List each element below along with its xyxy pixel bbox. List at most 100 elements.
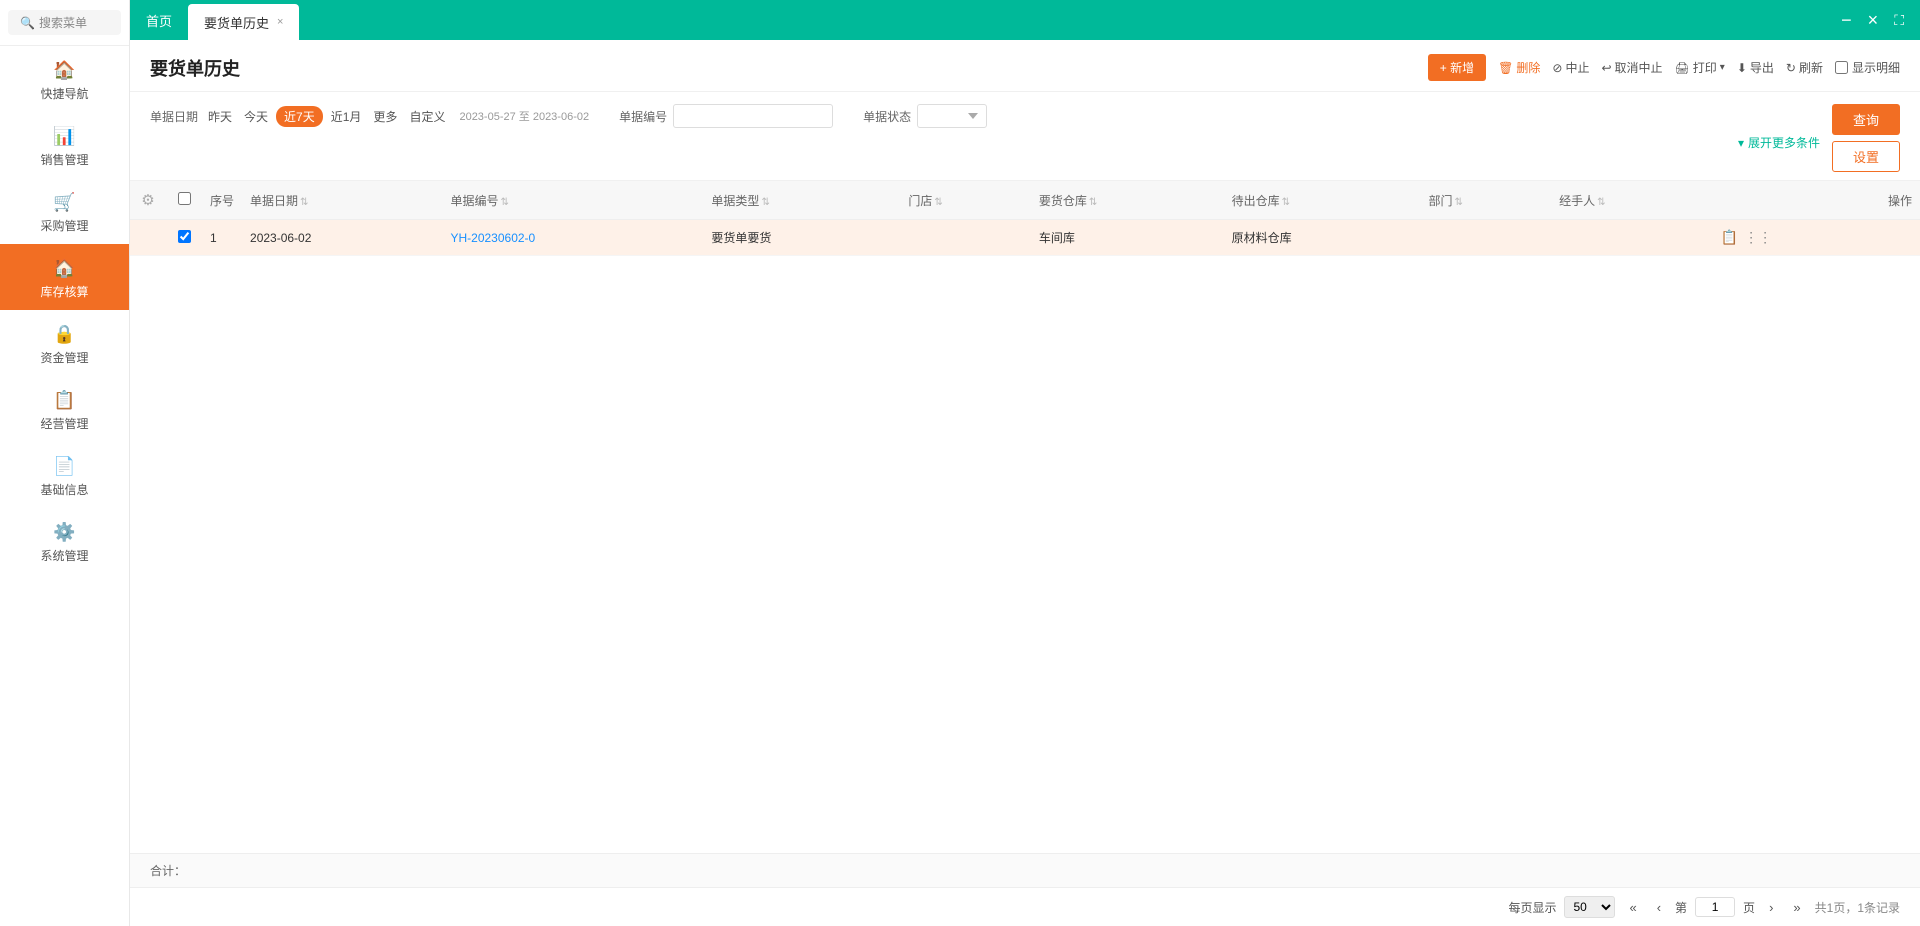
window-minimize-icon[interactable]: − — [1837, 8, 1856, 33]
doc-no-link[interactable]: YH-20230602-0 — [450, 231, 535, 245]
row-checkbox[interactable] — [166, 220, 202, 256]
sidebar-item-label-finance: 资金管理 — [40, 349, 88, 366]
show-detail-toggle[interactable]: 显示明细 — [1835, 59, 1900, 76]
tab-home[interactable]: + 新增 首页 — [130, 0, 188, 40]
sidebar-item-finance[interactable]: 🔒 资金管理 — [0, 310, 129, 376]
refresh-button[interactable]: ↻ 刷新 — [1786, 59, 1823, 76]
sidebar-item-inventory[interactable]: 🏠 库存核算 — [0, 244, 129, 310]
row-more-icon[interactable]: ⋮⋮ — [1744, 229, 1772, 246]
page-number-input[interactable] — [1695, 897, 1735, 917]
col-checkbox[interactable] — [166, 181, 202, 220]
topbar: + 新增 首页 要货单历史 × − × ⛶ — [130, 0, 1920, 40]
date-btn-today[interactable]: 今天 — [240, 106, 272, 127]
page-content: 要货单历史 + 新增 🗑 删除 ⊘ 中止 ↩ 取消中止 🖨 打印 — [130, 40, 1920, 926]
date-filter-btns: 昨天 今天 近7天 近1月 更多 自定义 — [204, 106, 449, 127]
col-doc-date[interactable]: 单据日期⇅ — [242, 181, 442, 220]
last-page-btn[interactable]: » — [1787, 898, 1806, 917]
sort-icon-req-wh: ⇅ — [1089, 197, 1097, 208]
sort-icon-pend-wh: ⇅ — [1282, 197, 1290, 208]
col-doc-type[interactable]: 单据类型⇅ — [703, 181, 900, 220]
sidebar-item-label-operations: 经营管理 — [40, 415, 88, 432]
sidebar-item-label-basic: 基础信息 — [40, 481, 88, 498]
filter-status-group: 单据状态 — [863, 104, 987, 128]
date-btn-7days[interactable]: 近7天 — [276, 106, 323, 127]
table-footer: 合计： — [130, 853, 1920, 887]
quicknav-icon: 🏠 — [53, 60, 75, 81]
sidebar-item-label-quicknav: 快捷导航 — [40, 85, 88, 102]
col-handler[interactable]: 经手人⇅ — [1551, 181, 1713, 220]
window-close-icon[interactable]: × — [1864, 8, 1883, 33]
expand-more-btn[interactable]: ▾ 展开更多条件 — [1738, 134, 1820, 151]
next-page-btn[interactable]: › — [1763, 898, 1779, 917]
sidebar-search-label: 搜索菜单 — [39, 14, 87, 31]
date-btn-yesterday[interactable]: 昨天 — [204, 106, 236, 127]
row-doc-no[interactable]: YH-20230602-0 — [442, 220, 703, 256]
status-select[interactable] — [917, 104, 987, 128]
new-button[interactable]: + 新增 — [1428, 54, 1486, 81]
docno-input[interactable] — [673, 104, 833, 128]
tab-history-label: 要货单历史 — [204, 13, 269, 32]
search-icon: 🔍 — [20, 16, 35, 30]
col-no: 序号 — [202, 181, 242, 220]
sidebar-item-system[interactable]: ⚙️ 系统管理 — [0, 508, 129, 574]
row-store — [900, 220, 1031, 256]
sidebar-item-label-system: 系统管理 — [40, 547, 88, 564]
finance-icon: 🔒 — [53, 324, 75, 345]
col-settings[interactable]: ⚙ — [130, 181, 166, 220]
delete-button[interactable]: 🗑 删除 — [1498, 59, 1540, 76]
date-btn-custom[interactable]: 自定义 — [405, 106, 449, 127]
tab-close-icon[interactable]: × — [277, 16, 283, 28]
status-filter-label: 单据状态 — [863, 108, 911, 125]
select-all-checkbox[interactable] — [178, 192, 191, 205]
page-size-label: 每页显示 — [1508, 899, 1556, 916]
date-btn-more[interactable]: 更多 — [369, 106, 401, 127]
sidebar-search[interactable]: 🔍 搜索菜单 — [0, 0, 129, 46]
sidebar-item-label-sales: 销售管理 — [40, 151, 88, 168]
setting-button[interactable]: 设置 — [1832, 141, 1900, 172]
col-store[interactable]: 门店⇅ — [900, 181, 1031, 220]
filter-row2: ▾ 展开更多条件 — [150, 134, 1820, 151]
sidebar-item-sales[interactable]: 📊 销售管理 — [0, 112, 129, 178]
sort-icon-doctype: ⇅ — [761, 197, 769, 208]
basic-icon: 📄 — [53, 456, 75, 477]
page-size-select[interactable]: 50 100 200 — [1564, 896, 1615, 918]
row-doc-date: 2023-06-02 — [242, 220, 442, 256]
date-filter-label: 单据日期 — [150, 108, 198, 125]
col-doc-no[interactable]: 单据编号⇅ — [442, 181, 703, 220]
sidebar-item-purchase[interactable]: 🛒 采购管理 — [0, 178, 129, 244]
sidebar-item-basic[interactable]: 📄 基础信息 — [0, 442, 129, 508]
tab-history[interactable]: 要货单历史 × — [188, 4, 299, 40]
row-edit-icon[interactable]: 📋 — [1721, 229, 1738, 246]
show-detail-checkbox[interactable] — [1835, 61, 1848, 74]
col-dept[interactable]: 部门⇅ — [1421, 181, 1552, 220]
col-pending-warehouse[interactable]: 待出仓库⇅ — [1224, 181, 1421, 220]
query-button[interactable]: 查询 — [1832, 104, 1900, 135]
sidebar: 🔍 搜索菜单 🏠 快捷导航 📊 销售管理 🛒 采购管理 🏠 库存核算 🔒 资金管… — [0, 0, 130, 926]
row-pending-warehouse: 原材料仓库 — [1224, 220, 1421, 256]
filter-area: 单据日期 昨天 今天 近7天 近1月 更多 自定义 2023-05-27 至 2… — [130, 92, 1920, 181]
cancel-stop-button[interactable]: ↩ 取消中止 — [1601, 59, 1662, 76]
first-page-btn[interactable]: « — [1623, 898, 1642, 917]
row-req-warehouse: 车间库 — [1031, 220, 1224, 256]
prev-page-btn[interactable]: ‹ — [1651, 898, 1667, 917]
print-button[interactable]: 🖨 打印 ▾ — [1675, 59, 1725, 76]
col-settings-icon[interactable]: ⚙ — [141, 192, 154, 209]
stop-button[interactable]: ⊘ 中止 — [1552, 59, 1589, 76]
topbar-right: − × ⛶ — [1837, 8, 1920, 33]
row-select-checkbox[interactable] — [178, 230, 191, 243]
sidebar-item-quicknav[interactable]: 🏠 快捷导航 — [0, 46, 129, 112]
sort-icon-date: ⇅ — [300, 197, 308, 208]
cancel-stop-icon: ↩ — [1601, 61, 1611, 75]
tab-home-text: 首页 — [146, 11, 172, 30]
col-req-warehouse[interactable]: 要货仓库⇅ — [1031, 181, 1224, 220]
expand-icon: ▾ — [1738, 136, 1744, 150]
sidebar-item-operations[interactable]: 📋 经营管理 — [0, 376, 129, 442]
window-expand-icon[interactable]: ⛶ — [1890, 10, 1908, 31]
row-doc-type: 要货单要货 — [703, 220, 900, 256]
date-btn-month[interactable]: 近1月 — [327, 106, 366, 127]
pagination: 每页显示 50 100 200 « ‹ 第 页 › » 共1页，1条记录 — [130, 887, 1920, 926]
export-button[interactable]: ⬇ 导出 — [1737, 59, 1774, 76]
table-area: ⚙ 序号 单据日期⇅ 单据编号⇅ 单据类型⇅ — [130, 181, 1920, 853]
sort-icon-dept: ⇅ — [1455, 197, 1463, 208]
table-body: 1 2023-06-02 YH-20230602-0 要货单要货 车间库 原材料… — [130, 220, 1920, 256]
